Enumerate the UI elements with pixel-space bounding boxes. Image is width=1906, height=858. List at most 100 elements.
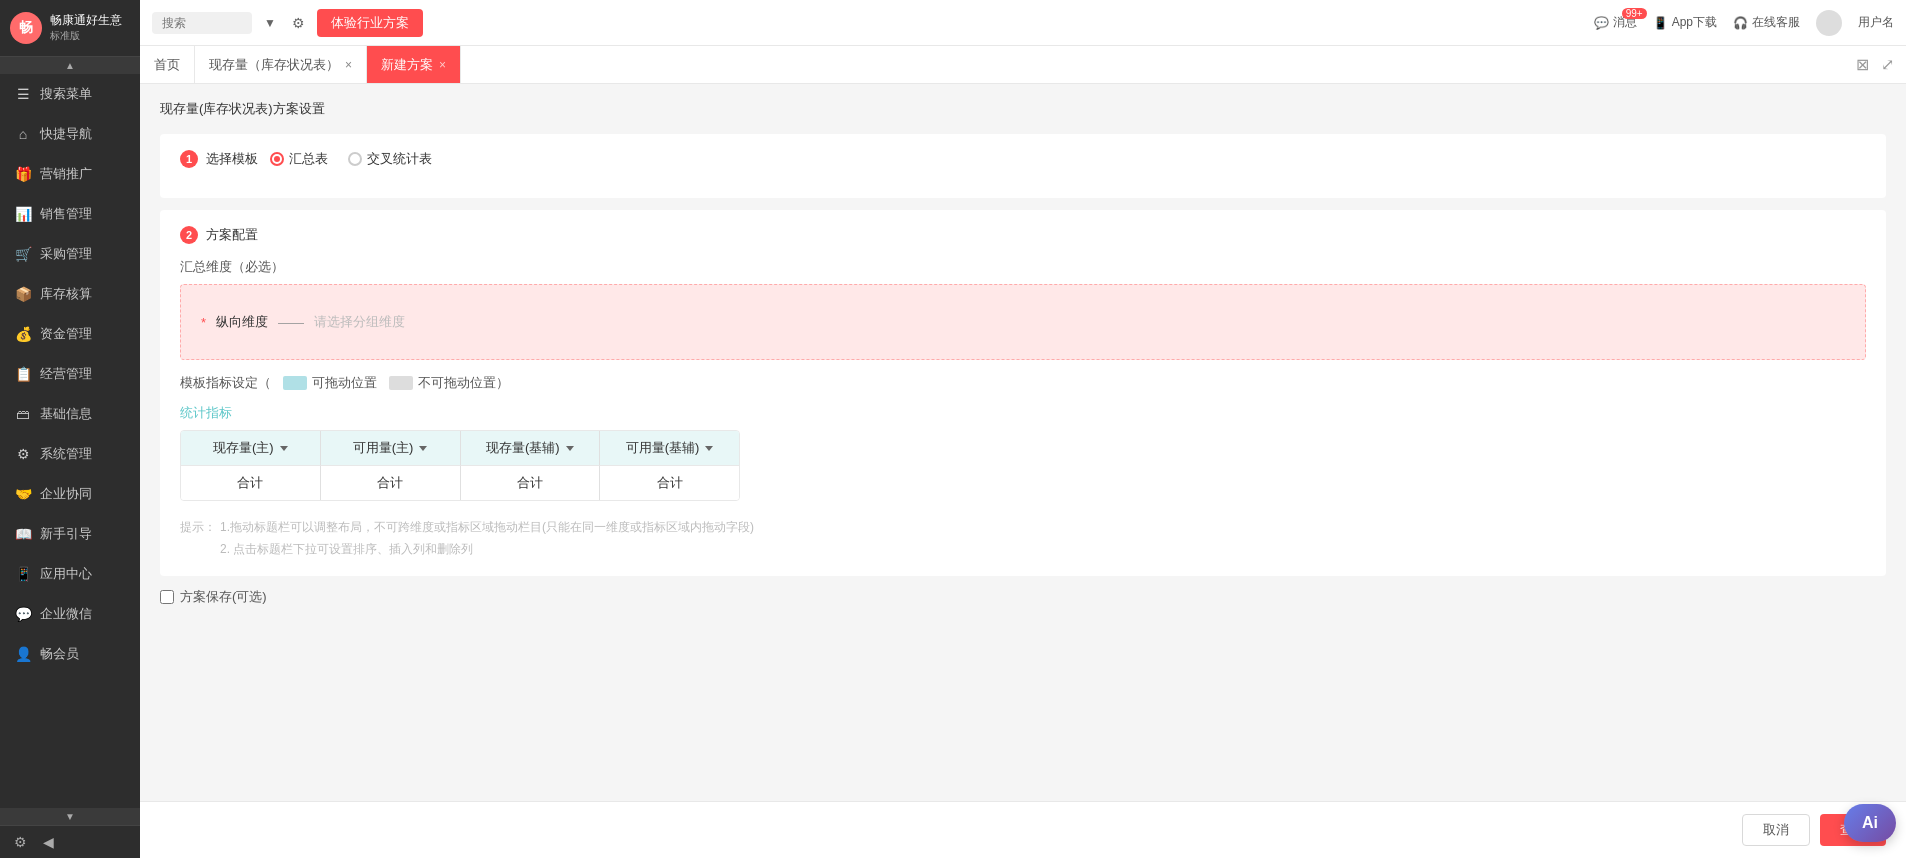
col3-dropdown-icon (566, 446, 574, 451)
finance-icon: 💰 (14, 325, 32, 343)
sidebar-item-corp[interactable]: 🤝 企业协同 (0, 474, 140, 514)
fixed-indicator: 不可拖动位置） (389, 374, 509, 392)
sidebar-item-basic[interactable]: 🗃 基础信息 (0, 394, 140, 434)
sidebar-item-newuser[interactable]: 📖 新手引导 (0, 514, 140, 554)
message-badge: 99+ (1622, 8, 1647, 19)
step2-title: 方案配置 (206, 226, 258, 244)
template-radio-group: 汇总表 交叉统计表 (270, 150, 432, 168)
sidebar-item-label: 资金管理 (40, 325, 92, 343)
dimension-placeholder: 请选择分组维度 (314, 313, 405, 331)
tab-home[interactable]: 首页 (140, 46, 195, 83)
tab-close-inventory[interactable]: × (345, 58, 352, 72)
message-button[interactable]: 💬 消息 99+ (1594, 14, 1637, 31)
ai-bubble[interactable]: Ai (1844, 804, 1896, 842)
topbar-gear-icon[interactable]: ⚙ (288, 11, 309, 35)
tab-close-new-scheme[interactable]: × (439, 58, 446, 72)
sidebar-scroll-up[interactable]: ▲ (0, 57, 140, 74)
inventory-icon: 📦 (14, 285, 32, 303)
member-icon: 👤 (14, 645, 32, 663)
topbar: ▼ ⚙ 体验行业方案 💬 消息 99+ 📱 App下载 🎧 在线客服 用户名 (140, 0, 1906, 46)
tab-inventory-status[interactable]: 现存量（库存状况表） × (195, 46, 367, 83)
app-icon: 📱 (1653, 16, 1668, 30)
sidebar-item-operation[interactable]: 📋 经营管理 (0, 354, 140, 394)
save-checkbox[interactable] (160, 590, 174, 604)
tab-expand-button[interactable]: ⤢ (1877, 53, 1898, 76)
sidebar-item-quick-nav[interactable]: ⌂ 快捷导航 (0, 114, 140, 154)
sidebar-item-label: 系统管理 (40, 445, 92, 463)
content-area: 现存量(库存状况表)方案设置 1 选择模板 汇总表 交叉统计表 (140, 84, 1906, 801)
search-menu-icon: ☰ (14, 85, 32, 103)
step1-section: 1 选择模板 汇总表 交叉统计表 (160, 134, 1886, 198)
required-marker: * (201, 315, 206, 330)
sidebar-item-system[interactable]: ⚙ 系统管理 (0, 434, 140, 474)
topbar-right: 💬 消息 99+ 📱 App下载 🎧 在线客服 用户名 (1594, 10, 1894, 36)
quick-nav-icon: ⌂ (14, 125, 32, 143)
sidebar-item-marketing[interactable]: 🎁 营销推广 (0, 154, 140, 194)
stats-col-3-data: 合计 (461, 465, 601, 500)
stats-data-row: 合计 合计 合计 合计 (181, 465, 739, 500)
headset-icon: 🎧 (1733, 16, 1748, 30)
sidebar-item-label: 销售管理 (40, 205, 92, 223)
search-input[interactable] (152, 12, 252, 34)
sidebar-item-appcenter[interactable]: 📱 应用中心 (0, 554, 140, 594)
step2-section: 2 方案配置 汇总维度（必选） * 纵向维度 —— 请选择分组维度 模板指标设定… (160, 210, 1886, 576)
sidebar-item-sales[interactable]: 📊 销售管理 (0, 194, 140, 234)
step2-header: 2 方案配置 (180, 226, 1866, 244)
radio-dot-summary (270, 152, 284, 166)
app-logo-icon: 畅 (10, 12, 42, 44)
online-service-button[interactable]: 🎧 在线客服 (1733, 14, 1800, 31)
app-download-button[interactable]: 📱 App下载 (1653, 14, 1717, 31)
step1-title: 选择模板 (206, 150, 258, 168)
purchase-icon: 🛒 (14, 245, 32, 263)
sidebar-bottom: ⚙ ◀ (0, 825, 140, 858)
tabs-right: ⊠ ⤢ (1852, 53, 1906, 76)
sidebar-item-label: 搜索菜单 (40, 85, 92, 103)
stats-table: 现存量(主) 可用量(主) 现存量(基辅) 可用量(基辅) (180, 430, 740, 501)
main-area: ▼ ⚙ 体验行业方案 💬 消息 99+ 📱 App下载 🎧 在线客服 用户名 首… (140, 0, 1906, 858)
radio-dot-cross (348, 152, 362, 166)
stats-col-2-data: 合计 (321, 465, 461, 500)
sidebar-item-label: 基础信息 (40, 405, 92, 423)
movable-box (283, 376, 307, 390)
stats-col-4-header[interactable]: 可用量(基辅) (600, 431, 739, 465)
marketing-icon: 🎁 (14, 165, 32, 183)
system-icon: ⚙ (14, 445, 32, 463)
stats-col-4-data: 合计 (600, 465, 739, 500)
stats-col-3-header[interactable]: 现存量(基辅) (461, 431, 601, 465)
basic-icon: 🗃 (14, 405, 32, 423)
step1-header: 1 选择模板 汇总表 交叉统计表 (180, 150, 1866, 168)
topbar-dropdown-button[interactable]: ▼ (260, 14, 280, 32)
stats-col-2-header[interactable]: 可用量(主) (321, 431, 461, 465)
sidebar-item-label: 新手引导 (40, 525, 92, 543)
sidebar-item-finance[interactable]: 💰 资金管理 (0, 314, 140, 354)
fixed-box (389, 376, 413, 390)
message-icon: 💬 (1594, 16, 1609, 30)
sound-bottom-icon[interactable]: ◀ (43, 834, 54, 850)
tab-collapse-button[interactable]: ⊠ (1852, 53, 1873, 76)
settings-bottom-icon[interactable]: ⚙ (14, 834, 27, 850)
sidebar-item-member[interactable]: 👤 畅会员 (0, 634, 140, 674)
footer: 取消 查询 (140, 801, 1906, 858)
tab-new-scheme[interactable]: 新建方案 × (367, 46, 461, 83)
page-title: 现存量(库存状况表)方案设置 (160, 100, 1886, 118)
tips-box: 提示： 1.拖动标题栏可以调整布局，不可跨维度或指标区域拖动栏目(只能在同一维度… (180, 517, 1866, 560)
radio-cross[interactable]: 交叉统计表 (348, 150, 432, 168)
sidebar-item-inventory[interactable]: 📦 库存核算 (0, 274, 140, 314)
wechat-icon: 💬 (14, 605, 32, 623)
sidebar-item-label: 库存核算 (40, 285, 92, 303)
sidebar-item-wechat[interactable]: 💬 企业微信 (0, 594, 140, 634)
app-logo-text: 畅康通好生意 标准版 (50, 13, 122, 43)
stats-label: 统计指标 (180, 404, 1866, 422)
cancel-button[interactable]: 取消 (1742, 814, 1810, 846)
trial-button[interactable]: 体验行业方案 (317, 9, 423, 37)
sidebar-item-search-menu[interactable]: ☰ 搜索菜单 (0, 74, 140, 114)
user-avatar (1816, 10, 1842, 36)
save-option: 方案保存(可选) (160, 588, 1886, 606)
sidebar-item-purchase[interactable]: 🛒 采购管理 (0, 234, 140, 274)
step2-badge: 2 (180, 226, 198, 244)
radio-summary[interactable]: 汇总表 (270, 150, 328, 168)
stats-col-1-header[interactable]: 现存量(主) (181, 431, 321, 465)
sidebar-scroll-down[interactable]: ▼ (0, 808, 140, 825)
sidebar-logo: 畅 畅康通好生意 标准版 (0, 0, 140, 57)
sales-icon: 📊 (14, 205, 32, 223)
